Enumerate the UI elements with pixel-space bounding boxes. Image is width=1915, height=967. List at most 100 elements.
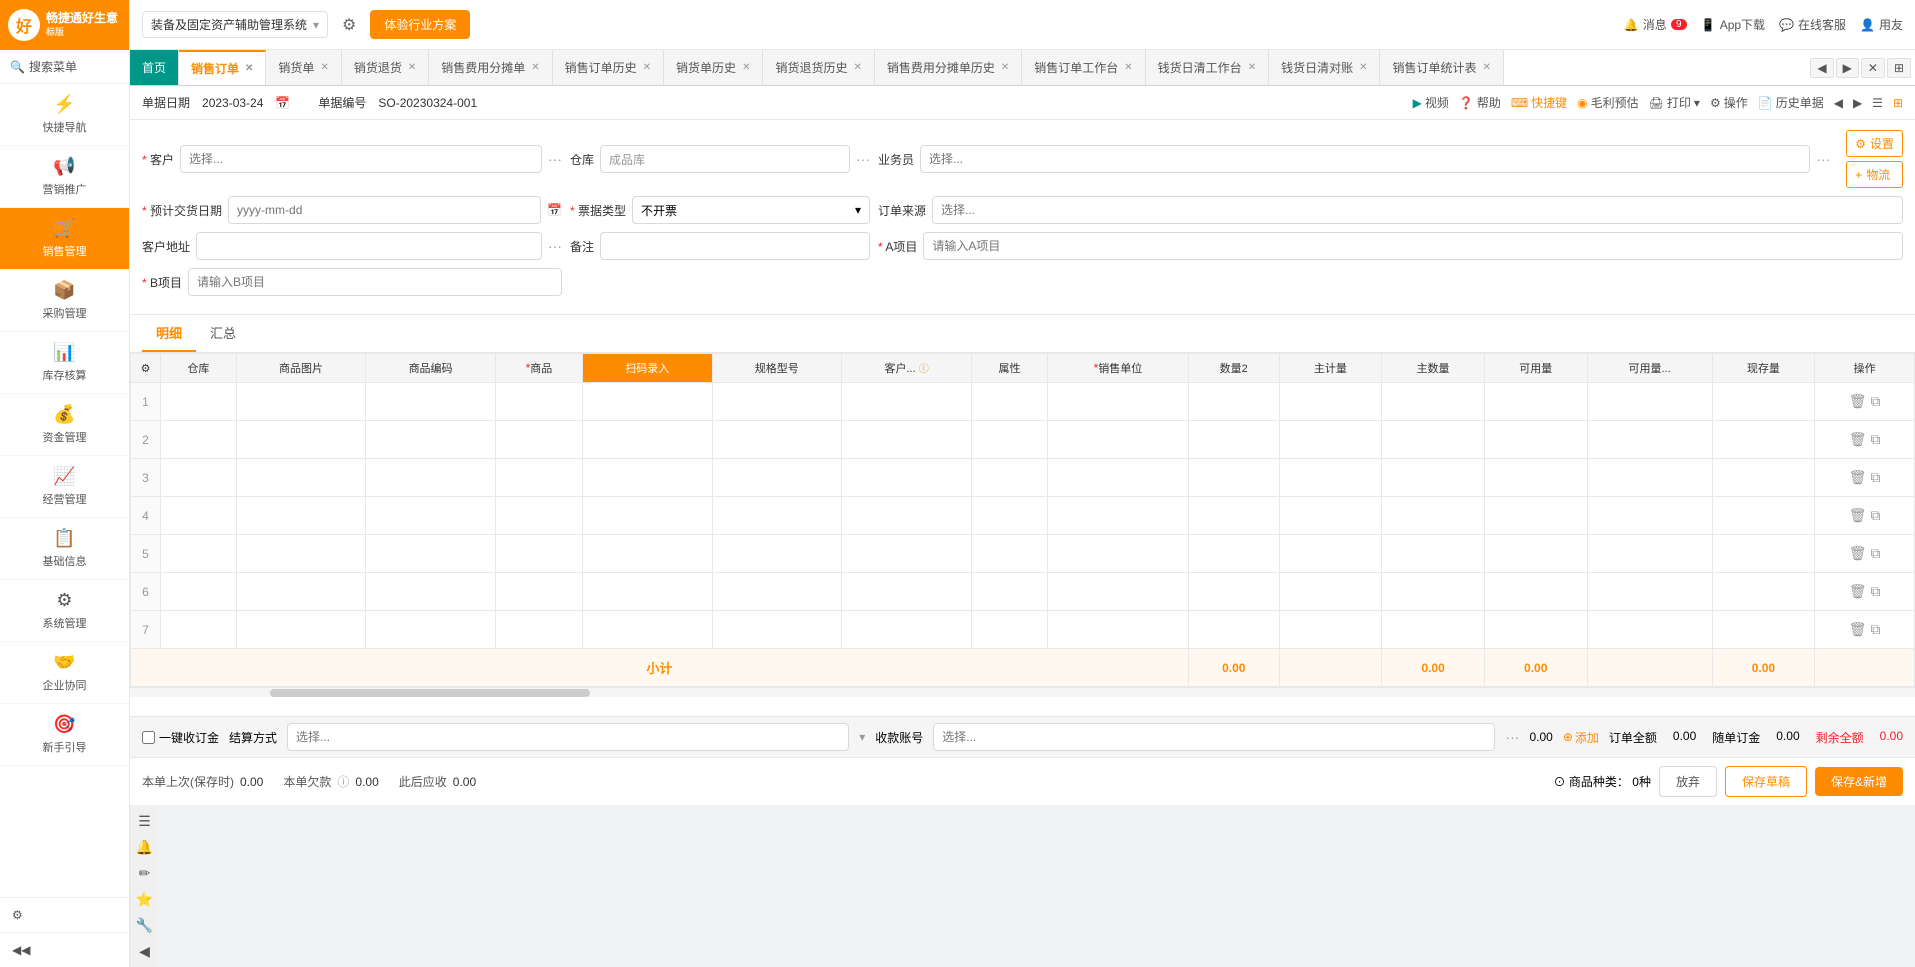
horizontal-scrollbar[interactable] (130, 687, 1915, 697)
row-copy-btn[interactable]: ⧉ (1871, 621, 1881, 638)
row-delete-btn[interactable]: 🗑 (1849, 393, 1867, 410)
addr-more-btn[interactable]: ··· (548, 238, 562, 254)
customer-addr-input[interactable] (196, 232, 542, 260)
tab-prev-btn[interactable]: ◀ (1810, 58, 1833, 78)
remark-input[interactable] (600, 232, 870, 260)
warehouse-more-btn[interactable]: ··· (856, 151, 870, 167)
tab-close-icon[interactable]: ✕ (320, 62, 328, 73)
print-dropdown-icon[interactable]: ▾ (1694, 96, 1700, 110)
tab-close-icon[interactable]: ✕ (853, 62, 861, 73)
a-project-input[interactable] (923, 232, 1903, 260)
print-btn[interactable]: 🖨 打印 ▾ (1649, 94, 1700, 111)
account-input[interactable] (933, 723, 1495, 751)
row-delete-btn[interactable]: 🗑 (1849, 431, 1867, 448)
staff-input[interactable] (920, 145, 1810, 173)
shortcut-btn[interactable]: ⌨ 快捷键 (1511, 94, 1567, 111)
sidebar-item-sales[interactable]: 🛒 销售管理 (0, 208, 129, 270)
row-copy-btn[interactable]: ⧉ (1871, 393, 1881, 410)
tab-close-all-btn[interactable]: ✕ (1861, 58, 1885, 78)
settings-button[interactable]: ⚙ 放弃 设置 (1846, 130, 1903, 157)
panel-icon-5[interactable]: 🔧 (133, 913, 157, 937)
row-copy-btn[interactable]: ⧉ (1871, 507, 1881, 524)
payment-method-input[interactable] (287, 723, 849, 751)
panel-icon-2[interactable]: 🔔 (133, 835, 157, 859)
tab-sales-cost[interactable]: 销售费用分摊单 ✕ (429, 50, 552, 86)
view-video-btn[interactable]: ▶ 视频 (1413, 94, 1449, 111)
row-copy-btn[interactable]: ⧉ (1871, 545, 1881, 562)
app-download-btn[interactable]: 📱 App下载 (1701, 16, 1765, 33)
product-count-icon[interactable]: ⊙ (1554, 775, 1566, 789)
sidebar-item-quick-nav[interactable]: ⚡ 快捷导航 (0, 84, 129, 146)
tab-summary[interactable]: 汇总 (196, 315, 250, 352)
tab-close-icon[interactable]: ✕ (742, 62, 750, 73)
profit-btn[interactable]: ◉ 毛利预估 (1577, 94, 1639, 111)
sidebar-item-basic-info[interactable]: 📋 基础信息 (0, 518, 129, 580)
tab-invoice-history[interactable]: 销货单历史 ✕ (664, 50, 763, 86)
payment-dropdown-icon[interactable]: ▾ (859, 730, 865, 744)
tab-sales-order[interactable]: 销售订单 ✕ (179, 50, 266, 86)
tab-sales-order-history[interactable]: 销售订单历史 ✕ (553, 50, 664, 86)
tab-close-icon[interactable]: ✕ (531, 62, 539, 73)
sidebar-item-collab[interactable]: 🤝 企业协同 (0, 642, 129, 704)
tab-sales-invoice[interactable]: 销货单 ✕ (266, 50, 341, 86)
invoice-select[interactable]: 不开票 ▾ (632, 196, 870, 224)
b-project-input[interactable] (188, 268, 562, 296)
one-click-checkbox[interactable] (142, 731, 155, 744)
tab-detail[interactable]: 明细 (142, 315, 196, 352)
calendar-icon[interactable]: 📅 (275, 96, 290, 110)
tab-close-icon[interactable]: ✕ (1124, 62, 1132, 73)
industry-solution-button[interactable]: 体验行业方案 (370, 10, 470, 39)
sidebar-item-management[interactable]: 📈 经营管理 (0, 456, 129, 518)
th-scan[interactable]: 扫码录入 (583, 354, 713, 383)
panel-collapse-btn[interactable]: ◀ (133, 939, 157, 963)
online-service-btn[interactable]: 💬 在线客服 (1779, 16, 1846, 33)
delivery-input[interactable] (228, 196, 541, 224)
customer-input[interactable] (180, 145, 542, 173)
tab-close-icon[interactable]: ✕ (1248, 62, 1256, 73)
order-source-input[interactable] (932, 196, 1903, 224)
save-draft-button[interactable]: 保存草稿 (1725, 766, 1807, 797)
row-delete-btn[interactable]: 🗑 (1849, 545, 1867, 562)
row-delete-btn[interactable]: 🗑 (1849, 469, 1867, 486)
sidebar-item-inventory[interactable]: 📊 库存核算 (0, 332, 129, 394)
staff-more-btn[interactable]: ··· (1816, 151, 1830, 167)
tab-close-icon[interactable]: ✕ (643, 62, 651, 73)
tab-return-history[interactable]: 销货退货历史 ✕ (763, 50, 874, 86)
tab-cash-reconcile[interactable]: 钱货日清对账 ✕ (1269, 50, 1380, 86)
tab-workbench[interactable]: 销售订单工作台 ✕ (1022, 50, 1145, 86)
expand-btn[interactable]: ⊞ (1893, 96, 1903, 110)
th-gear[interactable]: ⚙ (131, 354, 161, 383)
tab-sales-return[interactable]: 销货退货 ✕ (342, 50, 429, 86)
tab-close-icon[interactable]: ✕ (245, 63, 253, 74)
nav-next-btn[interactable]: ▶ (1853, 96, 1862, 110)
customer-more-btn[interactable]: ··· (548, 151, 562, 167)
row-delete-btn[interactable]: 🗑 (1849, 583, 1867, 600)
panel-icon-4[interactable]: ⭐ (133, 887, 157, 911)
panel-icon-1[interactable]: ☰ (133, 809, 157, 833)
sidebar-item-guide[interactable]: 🎯 新手引导 (0, 704, 129, 766)
warehouse-input[interactable] (600, 145, 850, 173)
sidebar-item-search[interactable]: 🔍 搜索菜单 (0, 50, 129, 84)
tab-close-icon[interactable]: ✕ (408, 62, 416, 73)
row-copy-btn[interactable]: ⧉ (1871, 583, 1881, 600)
date-calendar-icon[interactable]: 📅 (547, 203, 562, 217)
help-btn[interactable]: ❓ 帮助 (1459, 94, 1501, 111)
list-view-btn[interactable]: ☰ (1872, 96, 1883, 110)
system-name[interactable]: 装备及固定资产辅助管理系统 ▾ (142, 11, 328, 38)
user-avatar[interactable]: 👤 用友 (1860, 16, 1903, 33)
row-delete-btn[interactable]: 🗑 (1849, 621, 1867, 638)
tab-home[interactable]: 首页 (130, 50, 179, 86)
tab-close-icon[interactable]: ✕ (1359, 62, 1367, 73)
operation-btn[interactable]: ⚙ 操作 (1710, 94, 1748, 111)
notice-btn[interactable]: 🔔 消息 9 (1624, 16, 1687, 33)
tab-cost-history[interactable]: 销售费用分摊单历史 ✕ (875, 50, 1022, 86)
tab-cash-workbench[interactable]: 钱货日清工作台 ✕ (1146, 50, 1269, 86)
sidebar-item-marketing[interactable]: 📢 营销推广 (0, 146, 129, 208)
row-delete-btn[interactable]: 🗑 (1849, 507, 1867, 524)
history-btn[interactable]: 📄 历史单据 (1758, 94, 1824, 111)
sidebar-collapse-btn[interactable]: ◀◀ (0, 932, 129, 967)
abandon-button[interactable]: 放弃 (1659, 766, 1717, 797)
row-copy-btn[interactable]: ⧉ (1871, 469, 1881, 486)
add-btn[interactable]: ⊕ 添加 (1563, 729, 1599, 746)
settings-gear-icon[interactable]: ⚙ (338, 11, 360, 39)
